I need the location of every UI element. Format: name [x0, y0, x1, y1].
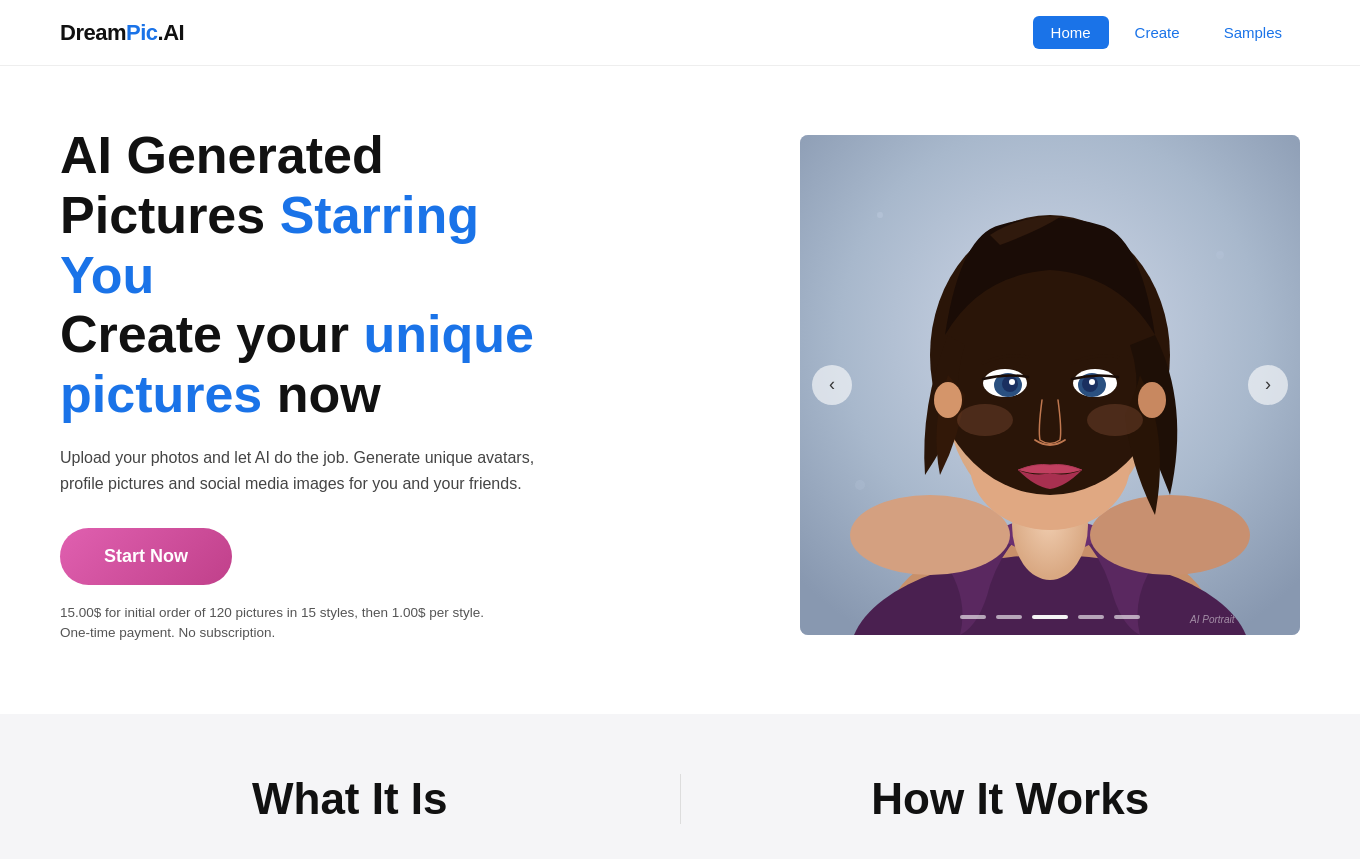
carousel-next-button[interactable]: › — [1248, 365, 1288, 405]
what-it-is-section: What It Is — [60, 774, 640, 824]
hero-title-unique: unique — [363, 305, 533, 363]
hero-title-now: now — [262, 365, 380, 423]
hero-pricing: 15.00$ for initial order of 120 pictures… — [60, 603, 490, 644]
nav-home[interactable]: Home — [1033, 16, 1109, 49]
carousel-dot-4[interactable] — [1078, 615, 1104, 619]
hero-title-line2-plain: Pictures — [60, 186, 280, 244]
hero-title-starring: Starring — [280, 186, 479, 244]
carousel-dot-5[interactable] — [1114, 615, 1140, 619]
svg-point-9 — [850, 495, 1010, 575]
hero-left: AI Generated Pictures Starring You Creat… — [60, 126, 660, 644]
carousel-dot-2[interactable] — [996, 615, 1022, 619]
nav-create[interactable]: Create — [1117, 16, 1198, 49]
hero-title: AI Generated Pictures Starring You Creat… — [60, 126, 660, 425]
nav-links: Home Create Samples — [1033, 16, 1300, 49]
svg-point-15 — [1138, 382, 1166, 418]
how-it-works-title: How It Works — [721, 774, 1301, 824]
bottom-divider — [680, 774, 681, 824]
carousel-dot-1[interactable] — [960, 615, 986, 619]
what-it-is-title: What It Is — [60, 774, 640, 824]
svg-text:AI Portrait: AI Portrait — [1189, 614, 1236, 625]
navbar: DreamPic.AI Home Create Samples — [0, 0, 1360, 66]
svg-point-1 — [877, 212, 883, 218]
hero-title-you: You — [60, 246, 154, 304]
bottom-sections: What It Is How It Works — [0, 714, 1360, 859]
carousel-dots — [960, 615, 1140, 619]
carousel-dot-3[interactable] — [1032, 615, 1068, 619]
how-it-works-section: How It Works — [721, 774, 1301, 824]
svg-point-24 — [957, 404, 1013, 436]
carousel-image: AI Portrait — [800, 135, 1300, 635]
logo-pic: Pic — [126, 20, 158, 45]
hero-title-line1: AI Generated — [60, 126, 384, 184]
svg-point-19 — [1009, 379, 1015, 385]
svg-point-4 — [1177, 432, 1183, 438]
logo: DreamPic.AI — [60, 20, 184, 46]
nav-samples[interactable]: Samples — [1206, 16, 1300, 49]
svg-point-14 — [934, 382, 962, 418]
hero-title-pictures: pictures — [60, 365, 262, 423]
svg-point-10 — [1090, 495, 1250, 575]
carousel-prev-button[interactable]: ‹ — [812, 365, 852, 405]
carousel: AI Portrait ‹ › — [800, 135, 1300, 635]
hero-subtitle: Upload your photos and let AI do the job… — [60, 445, 560, 496]
hero-section: AI Generated Pictures Starring You Creat… — [0, 66, 1360, 714]
logo-dream: Dream — [60, 20, 126, 45]
hero-title-create: Create your — [60, 305, 363, 363]
svg-point-23 — [1089, 379, 1095, 385]
svg-point-5 — [855, 480, 865, 490]
start-now-button[interactable]: Start Now — [60, 528, 232, 585]
svg-point-25 — [1087, 404, 1143, 436]
logo-ai: .AI — [158, 20, 185, 45]
svg-point-2 — [1216, 251, 1224, 259]
hero-right: AI Portrait ‹ › — [800, 135, 1300, 635]
